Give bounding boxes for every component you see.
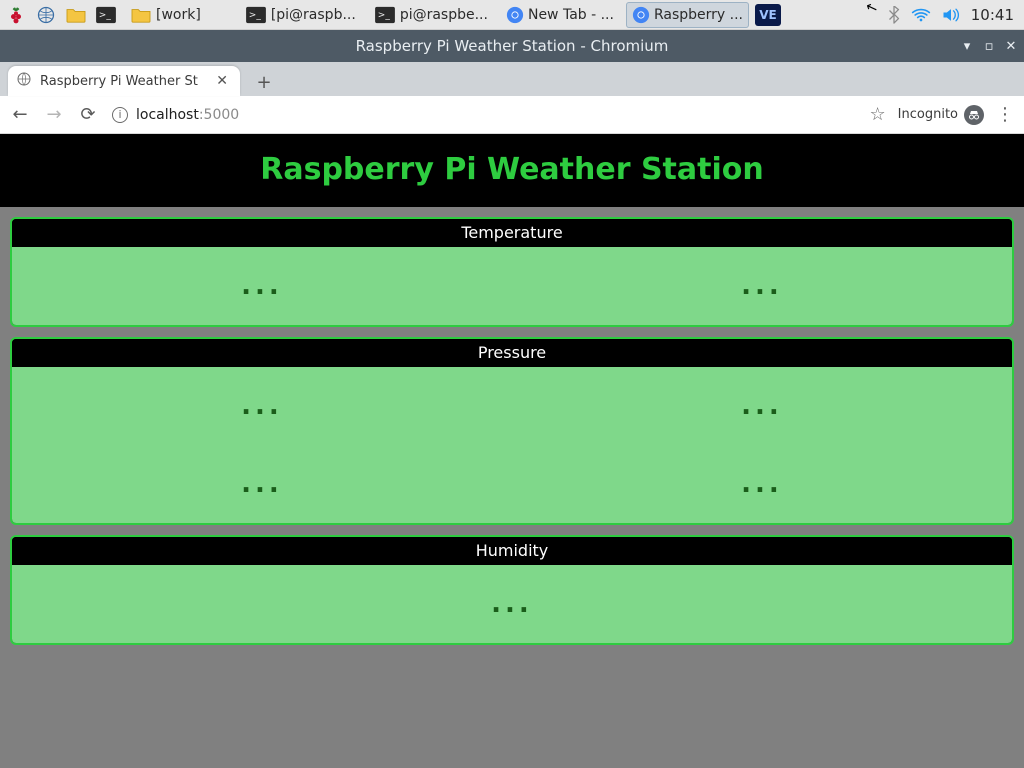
page-viewport: Raspberry Pi Weather Station Temperature… — [0, 134, 1024, 768]
bookmark-star-icon[interactable]: ☆ — [870, 104, 886, 125]
terminal-launcher-icon[interactable]: >_ — [94, 3, 118, 27]
web-browser-icon[interactable] — [34, 3, 58, 27]
browser-tab-title: Raspberry Pi Weather St — [40, 74, 204, 89]
file-manager-icon[interactable] — [64, 3, 88, 27]
browser-tabstrip: Raspberry Pi Weather St ✕ + — [0, 62, 1024, 96]
card-body: ............ — [12, 367, 1012, 523]
window-minimize-button[interactable]: ▾ — [960, 39, 974, 54]
svg-text:>_: >_ — [378, 10, 391, 20]
new-tab-button[interactable]: + — [250, 68, 278, 96]
raspberry-menu-icon[interactable] — [4, 3, 28, 27]
nav-reload-button[interactable]: ⟳ — [78, 104, 98, 125]
taskbar-item-label: New Tab - ... — [528, 7, 614, 23]
taskbar-item-label: pi@raspbe... — [400, 7, 488, 23]
site-info-icon[interactable]: i — [112, 107, 128, 123]
weather-card: Pressure............ — [10, 337, 1014, 525]
page-title: Raspberry Pi Weather Station — [0, 134, 1024, 207]
card-value: ... — [12, 367, 512, 445]
card-value: ... — [12, 247, 512, 325]
nav-back-button[interactable]: ← — [10, 104, 30, 125]
nav-forward-button[interactable]: → — [44, 104, 64, 125]
svg-text:>_: >_ — [99, 10, 112, 20]
window-close-button[interactable]: ✕ — [1004, 39, 1018, 54]
card-value: ... — [12, 445, 512, 523]
taskbar-clock[interactable]: 10:41 — [971, 6, 1014, 24]
card-value: ... — [512, 367, 1012, 445]
bluetooth-icon[interactable] — [887, 6, 901, 24]
window-maximize-button[interactable]: ▫ — [982, 39, 996, 54]
taskbar-item-terminal-1[interactable]: >_ [pi@raspb... — [239, 2, 362, 28]
browser-tab-active[interactable]: Raspberry Pi Weather St ✕ — [8, 66, 240, 96]
globe-icon — [16, 71, 32, 91]
desktop-taskbar: >_ [work] >_ [pi@raspb... >_ pi@raspbe..… — [0, 0, 1024, 30]
weather-card: Humidity... — [10, 535, 1014, 645]
taskbar-item-chromium-newtab[interactable]: New Tab - ... — [500, 2, 620, 28]
browser-menu-button[interactable]: ⋮ — [996, 104, 1014, 125]
wifi-icon[interactable] — [911, 7, 931, 23]
svg-text:>_: >_ — [249, 10, 262, 20]
taskbar-item-work-folder[interactable]: [work] — [124, 2, 207, 28]
vnc-icon: VE — [755, 4, 781, 26]
card-value: ... — [512, 247, 1012, 325]
address-bar[interactable]: i localhost:5000 — [112, 107, 856, 123]
card-value: ... — [512, 445, 1012, 523]
card-body: ...... — [12, 247, 1012, 325]
taskbar-item-label: Raspberry ... — [654, 7, 743, 23]
tab-close-button[interactable]: ✕ — [212, 73, 232, 89]
card-value: ... — [12, 565, 1012, 643]
weather-card: Temperature...... — [10, 217, 1014, 327]
taskbar-item-vnc[interactable]: VE — [755, 2, 781, 28]
url-host: localhost — [136, 107, 199, 123]
card-title: Pressure — [12, 339, 1012, 367]
window-titlebar: Raspberry Pi Weather Station - Chromium … — [0, 30, 1024, 62]
incognito-indicator[interactable]: Incognito — [898, 105, 984, 125]
card-body: ... — [12, 565, 1012, 643]
taskbar-item-label: [pi@raspb... — [271, 7, 356, 23]
incognito-label: Incognito — [898, 107, 958, 122]
card-title: Humidity — [12, 537, 1012, 565]
volume-icon[interactable] — [941, 7, 961, 23]
url-port: :5000 — [199, 107, 239, 123]
taskbar-item-chromium-weather[interactable]: Raspberry ... — [626, 2, 749, 28]
window-title-text: Raspberry Pi Weather Station - Chromium — [356, 37, 669, 55]
taskbar-item-label: [work] — [156, 7, 201, 23]
card-title: Temperature — [12, 219, 1012, 247]
browser-toolbar: ← → ⟳ i localhost:5000 ☆ Incognito ⋮ — [0, 96, 1024, 134]
system-tray: 10:41 — [887, 6, 1020, 24]
cards-container: Temperature......Pressure............Hum… — [0, 207, 1024, 655]
taskbar-item-terminal-2[interactable]: >_ pi@raspbe... — [368, 2, 494, 28]
incognito-icon — [964, 105, 984, 125]
